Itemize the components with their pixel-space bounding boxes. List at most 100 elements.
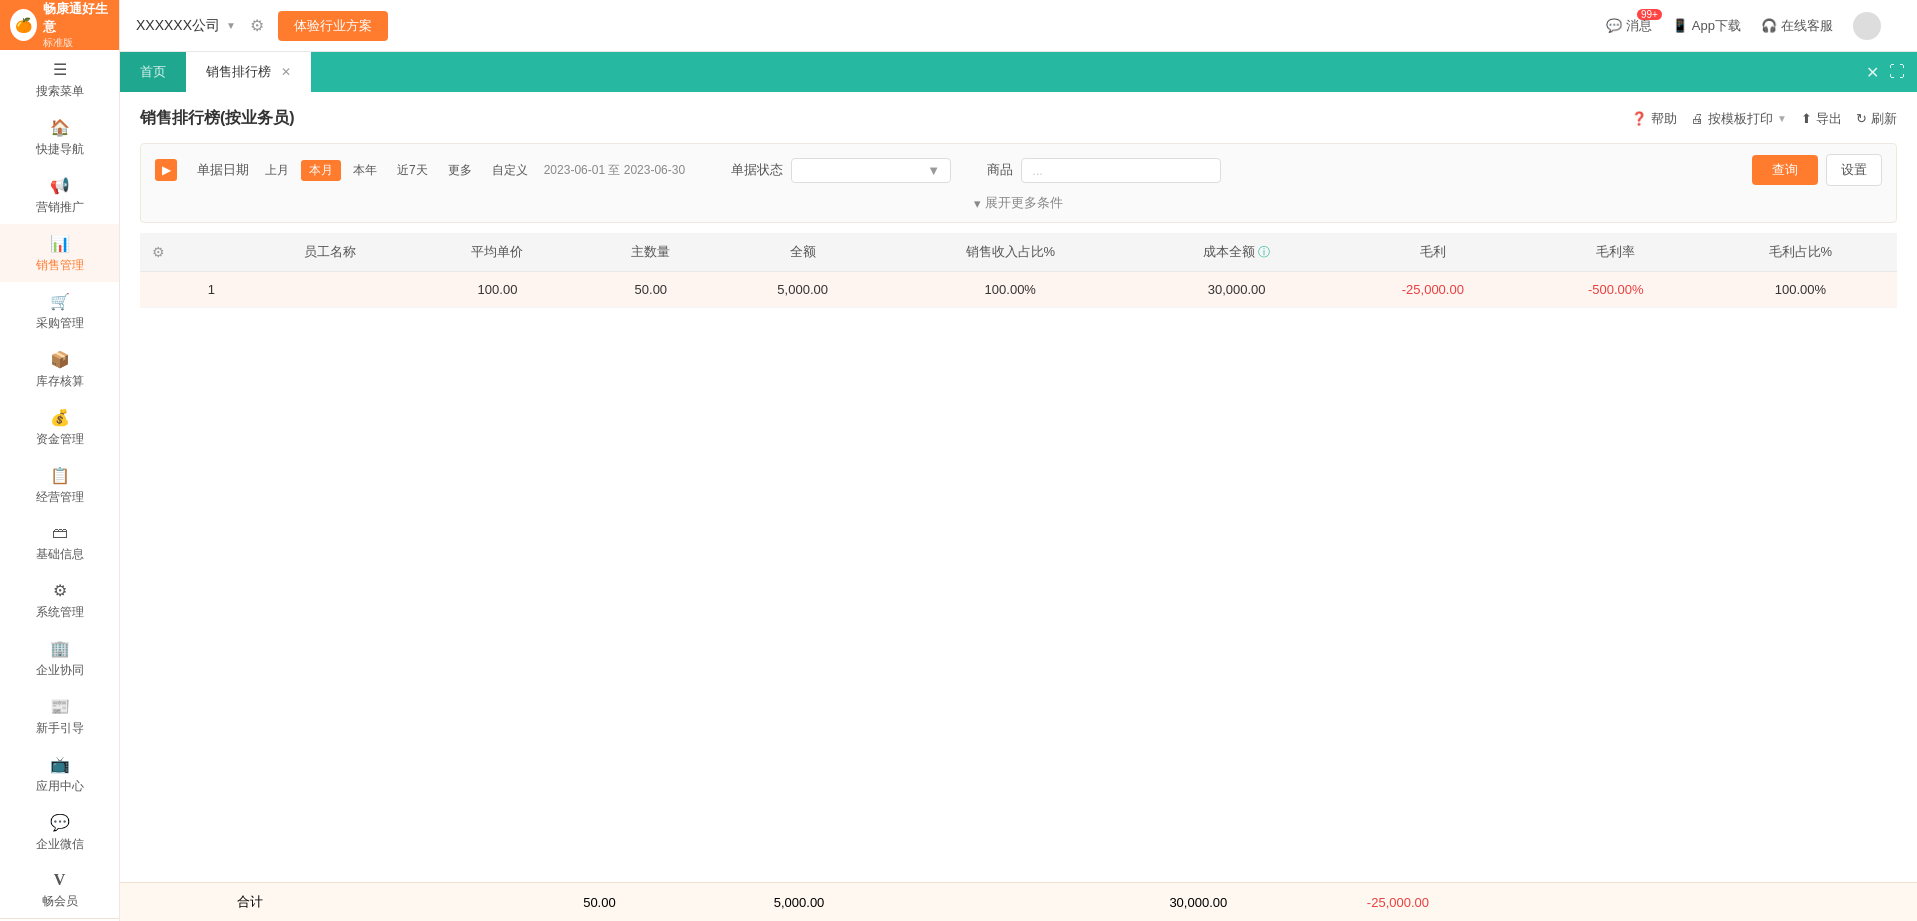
table-header-row: ⚙ 员工名称 平均单价 主数量 全额 销售收入占比% 成本全额 ⓘ 毛利 毛利率… (140, 233, 1897, 272)
service-icon: 🎧 (1761, 18, 1777, 33)
goods-input-value: ... (1032, 163, 1043, 178)
sidebar-item-marketing[interactable]: 📢 营销推广 (0, 166, 119, 224)
sidebar: 🍊 畅康通好生意 标准版 ☰ 搜索菜单 🏠 快捷导航 📢 营销推广 📊 销售管理… (0, 0, 120, 921)
inventory-icon: 📦 (50, 350, 70, 369)
col-header-gross-pct: 毛利占比% (1704, 233, 1897, 272)
export-icon: ⬆ (1801, 111, 1812, 126)
cell-sales-pct: 100.00% (885, 272, 1136, 308)
purchase-icon: 🛒 (50, 292, 70, 311)
table-container: ⚙ 员工名称 平均单价 主数量 全额 销售收入占比% 成本全额 ⓘ 毛利 毛利率… (140, 233, 1897, 308)
print-icon: 🖨 (1691, 111, 1704, 126)
table-footer: 合计 50.00 5,000.00 30,000.00 -25,000.00 (120, 882, 1917, 921)
date-tab-custom[interactable]: 自定义 (484, 160, 536, 181)
user-avatar[interactable] (1853, 12, 1881, 40)
sidebar-item-label: 搜索菜单 (36, 83, 84, 100)
cell-main-qty: 50.00 (581, 272, 720, 308)
tab-window-actions: ✕ ⛶ (1866, 52, 1917, 92)
fund-icon: 💰 (50, 408, 70, 427)
topbar: XXXXXX公司 ▼ ⚙ 体验行业方案 💬 消息 99+ 📱 App下载 🎧 在… (120, 0, 1917, 52)
sidebar-item-wechat[interactable]: 💬 企业微信 (0, 803, 119, 861)
tab-close-icon[interactable]: ✕ (281, 65, 291, 79)
sidebar-item-sales[interactable]: 📊 销售管理 (0, 224, 119, 282)
footer-amount: 5,000.00 (699, 895, 899, 910)
query-btn[interactable]: 查询 (1752, 155, 1818, 185)
sidebar-item-search-order[interactable]: ☰ 搜索菜单 (0, 50, 119, 108)
app-download-btn[interactable]: 📱 App下载 (1672, 17, 1741, 35)
topbar-right: 💬 消息 99+ 📱 App下载 🎧 在线客服 (1606, 12, 1901, 40)
date-tab-this-year[interactable]: 本年 (345, 160, 385, 181)
sidebar-logo: 🍊 畅康通好生意 标准版 (0, 0, 119, 50)
goods-input[interactable]: ... (1021, 158, 1221, 183)
col-header-main-qty: 主数量 (581, 233, 720, 272)
sidebar-item-inventory[interactable]: 📦 库存核算 (0, 340, 119, 398)
filter-row-2: ▾ 展开更多条件 (155, 194, 1882, 212)
template-print-btn[interactable]: 🖨 按模板打印 ▼ (1691, 110, 1787, 128)
tab-sales-ranking[interactable]: 销售排行榜 ✕ (186, 52, 311, 92)
col-settings-icon: ⚙ (152, 244, 165, 260)
company-selector[interactable]: XXXXXX公司 ▼ (136, 17, 236, 35)
trial-btn[interactable]: 体验行业方案 (278, 11, 388, 41)
message-icon: 💬 (1606, 18, 1622, 33)
help-btn[interactable]: ❓ 帮助 (1631, 110, 1677, 128)
status-filter-group: 单据状态 ▼ (731, 158, 951, 183)
export-btn[interactable]: ⬆ 导出 (1801, 110, 1842, 128)
sidebar-item-fund[interactable]: 💰 资金管理 (0, 398, 119, 456)
goods-filter-group: 商品 ... (987, 158, 1221, 183)
cell-gross-pct: 100.00% (1704, 272, 1897, 308)
sidebar-item-biz[interactable]: 📋 经营管理 (0, 456, 119, 514)
sidebar-item-basic[interactable]: 🗃 基础信息 (0, 514, 119, 571)
newguide-icon: 📰 (50, 697, 70, 716)
filter-settings-btn[interactable]: 设置 (1826, 154, 1882, 186)
filter-row-1: ▶ 单据日期 上月 本月 本年 近7天 更多 自定义 2023-06-01 至 … (155, 154, 1882, 186)
expand-more-label: 展开更多条件 (985, 194, 1063, 212)
date-range: 2023-06-01 至 2023-06-30 (544, 162, 685, 179)
col-header-employee: 员工名称 (246, 233, 414, 272)
status-filter-label: 单据状态 (731, 161, 783, 179)
topbar-settings-icon[interactable]: ⚙ (250, 16, 264, 35)
wechat-icon: 💬 (50, 813, 70, 832)
date-tab-last-month[interactable]: 上月 (257, 160, 297, 181)
sidebar-item-sys[interactable]: ⚙ 系统管理 (0, 571, 119, 629)
sidebar-item-quick-nav[interactable]: 🏠 快捷导航 (0, 108, 119, 166)
sidebar-item-vip[interactable]: V 畅会员 (0, 861, 119, 918)
sidebar-item-newguide[interactable]: 📰 新手引导 (0, 687, 119, 745)
refresh-icon: ↻ (1856, 111, 1867, 126)
cell-amount: 5,000.00 (720, 272, 885, 308)
cell-gross: -25,000.00 (1338, 272, 1528, 308)
sidebar-item-appcenter[interactable]: 📺 应用中心 (0, 745, 119, 803)
home-tab-label: 首页 (140, 63, 166, 81)
scrollable-area: 销售排行榜(按业务员) ❓ 帮助 🖨 按模板打印 ▼ ⬆ 导出 (120, 92, 1917, 882)
date-filter-label: 单据日期 (197, 161, 249, 179)
logo-icon: 🍊 (10, 9, 37, 41)
company-name: XXXXXX公司 (136, 17, 220, 35)
message-btn[interactable]: 💬 消息 99+ (1606, 17, 1652, 35)
col-header-sales-pct: 销售收入占比% (885, 233, 1136, 272)
tab-home[interactable]: 首页 (120, 52, 186, 92)
sales-icon: 📊 (50, 234, 70, 253)
sidebar-item-purchase[interactable]: 🛒 采购管理 (0, 282, 119, 340)
col-header-settings[interactable]: ⚙ (140, 233, 177, 272)
filter-toggle-icon: ▶ (155, 159, 177, 181)
window-close-icon[interactable]: ✕ (1866, 63, 1879, 82)
date-tab-more[interactable]: 更多 (440, 160, 480, 181)
cell-avg-price: 100.00 (414, 272, 582, 308)
window-fullscreen-icon[interactable]: ⛶ (1889, 63, 1905, 81)
status-select[interactable]: ▼ (791, 158, 951, 183)
refresh-btn[interactable]: ↻ 刷新 (1856, 110, 1897, 128)
home-icon: 🏠 (50, 118, 70, 137)
online-service-btn[interactable]: 🎧 在线客服 (1761, 17, 1833, 35)
filter-expand-toggle[interactable]: ▶ (155, 159, 177, 181)
col-header-rank (177, 233, 246, 272)
sidebar-item-enterprise[interactable]: 🏢 企业协同 (0, 629, 119, 687)
vip-icon: V (54, 871, 66, 889)
footer-label: 合计 (200, 893, 300, 911)
company-arrow-icon: ▼ (226, 20, 236, 31)
col-header-amount: 全额 (720, 233, 885, 272)
date-tab-7days[interactable]: 近7天 (389, 160, 436, 181)
expand-more-btn[interactable]: ▾ 展开更多条件 (974, 194, 1063, 212)
footer-main-qty: 50.00 (500, 895, 700, 910)
sales-ranking-tab-label: 销售排行榜 (206, 63, 271, 81)
date-tab-this-month[interactable]: 本月 (301, 160, 341, 181)
cell-cost: 30,000.00 (1136, 272, 1338, 308)
col-header-gross: 毛利 (1338, 233, 1528, 272)
